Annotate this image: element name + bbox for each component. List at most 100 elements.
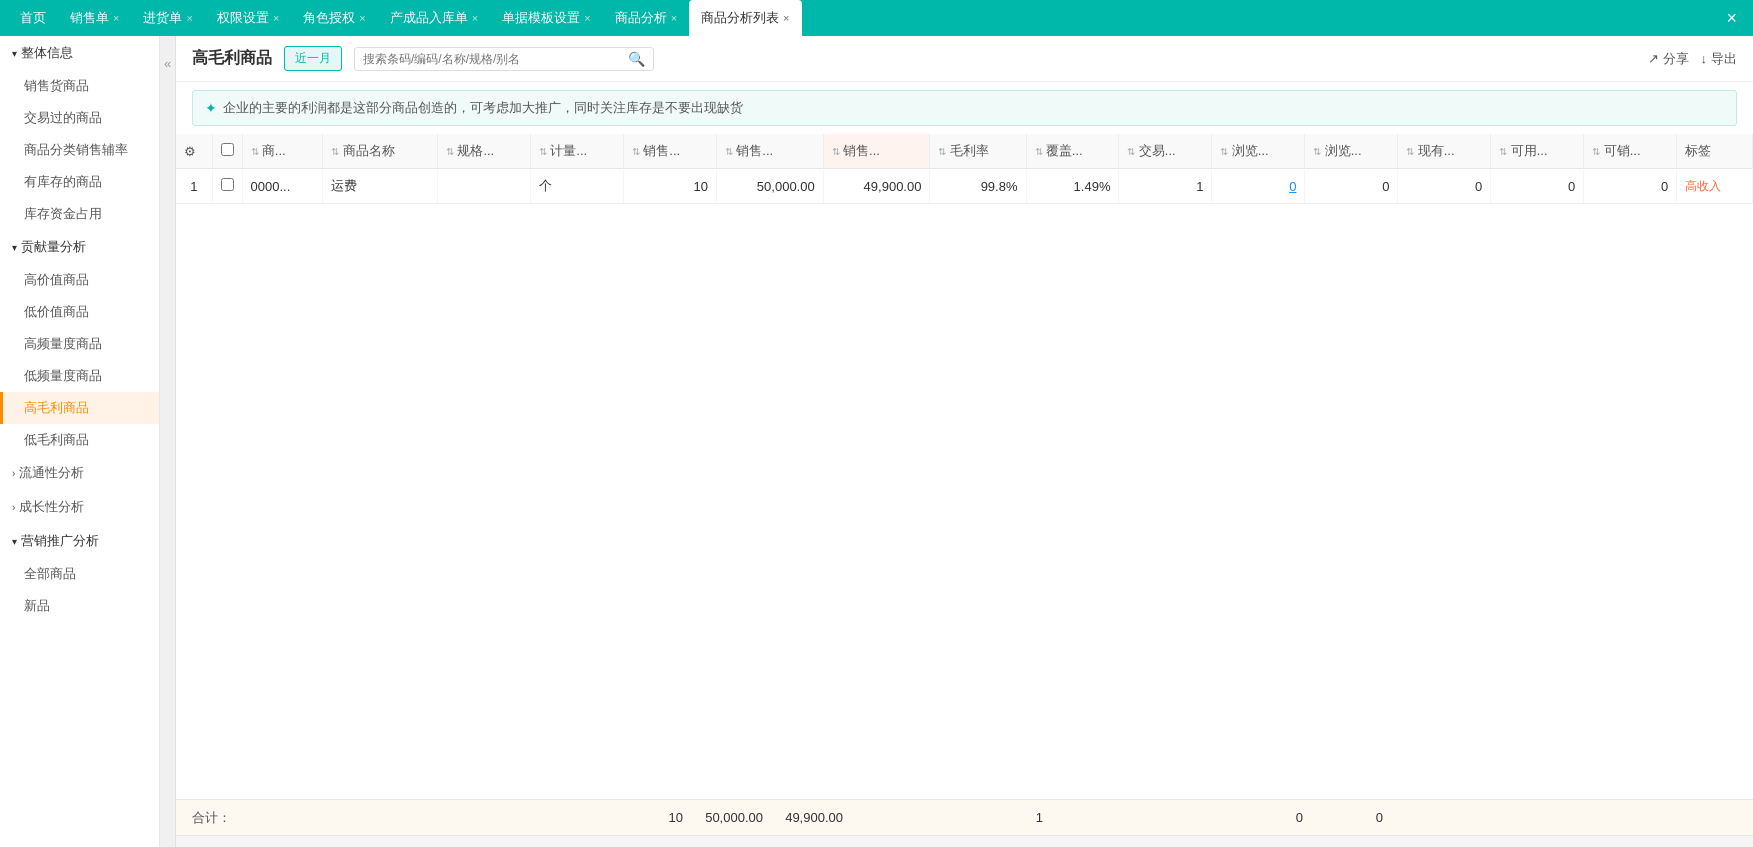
footer-browse1 xyxy=(1051,810,1111,825)
table-container[interactable]: ⚙ ⇅ 商... ⇅ 商品名称 xyxy=(176,134,1753,799)
nav-product-analysis[interactable]: 商品分析 × xyxy=(603,0,689,36)
sidebar-group-overall-info[interactable]: ▾ 整体信息 xyxy=(0,36,159,70)
col-sales-amount[interactable]: ⇅ 销售... xyxy=(716,134,823,169)
cell-spec xyxy=(438,169,531,204)
sidebar-item-new-products[interactable]: 新品 xyxy=(0,590,159,622)
sidebar-item-all-products[interactable]: 全部商品 xyxy=(0,558,159,590)
nav-product-analysis-list[interactable]: 商品分析列表 × xyxy=(689,0,801,36)
nav-home[interactable]: 首页 xyxy=(8,0,58,36)
col-saleable-stock[interactable]: ⇅ 可销... xyxy=(1584,134,1677,169)
nav-template-setting[interactable]: 单据模板设置 × xyxy=(490,0,602,36)
col-spec[interactable]: ⇅ 规格... xyxy=(438,134,531,169)
col-current-stock[interactable]: ⇅ 现有... xyxy=(1398,134,1491,169)
nav-close-product-analysis[interactable]: × xyxy=(671,12,677,24)
nav-close-product-analysis-list[interactable]: × xyxy=(783,12,789,24)
col-name[interactable]: ⇅ 商品名称 xyxy=(323,134,438,169)
header-actions: ↗ 分享 ↓ 导出 xyxy=(1648,50,1738,68)
nav-close-purchase[interactable]: × xyxy=(186,12,192,24)
sidebar-item-high-value[interactable]: 高价值商品 xyxy=(0,264,159,296)
cell-saleable-stock: 0 xyxy=(1584,169,1677,204)
col-browse1[interactable]: ⇅ 浏览... xyxy=(1212,134,1305,169)
sidebar: ▾ 整体信息 销售货商品 交易过的商品 商品分类销售辅率 有库存的商品 库存资金… xyxy=(0,36,160,847)
cell-coverage: 1.49% xyxy=(1026,169,1119,204)
footer-browse2 xyxy=(1111,810,1171,825)
sort-icon-2: ⇅ xyxy=(331,146,339,157)
sidebar-item-low-value[interactable]: 低价值商品 xyxy=(0,296,159,328)
nav-role-permission[interactable]: 角色授权 × xyxy=(291,0,377,36)
nav-close-permission-setting[interactable]: × xyxy=(273,12,279,24)
arrow-down-icon-3: ▾ xyxy=(12,536,17,547)
col-code[interactable]: ⇅ 商... xyxy=(242,134,323,169)
col-checkbox[interactable] xyxy=(212,134,242,169)
col-coverage[interactable]: ⇅ 覆盖... xyxy=(1026,134,1119,169)
nav-close-product-import[interactable]: × xyxy=(472,12,478,24)
sidebar-item-product-analysis-rate[interactable]: 商品分类销售辅率 xyxy=(0,134,159,166)
cell-code: 0000... xyxy=(242,169,323,204)
sidebar-toggle-button[interactable]: « xyxy=(160,36,176,847)
sidebar-item-inventory-capital[interactable]: 库存资金占用 xyxy=(0,198,159,230)
horizontal-scrollbar[interactable] xyxy=(176,835,1753,847)
sidebar-group-wealth-analysis[interactable]: ▾ 贡献量分析 xyxy=(0,230,159,264)
sidebar-group-flow-analysis[interactable]: › 流通性分析 xyxy=(0,456,159,490)
top-nav-right: × xyxy=(1718,8,1745,29)
export-icon: ↓ xyxy=(1701,51,1708,66)
footer-total: 合计： 10 50,000.00 49,900.00 1 0 0 xyxy=(176,799,1753,835)
row-checkbox[interactable] xyxy=(221,178,234,191)
table-row: 1 0000... 运费 个 10 50,000.00 49,900.00 99… xyxy=(176,169,1753,204)
nav-close-template-setting[interactable]: × xyxy=(584,12,590,24)
search-input[interactable] xyxy=(363,52,628,66)
col-margin-rate[interactable]: ⇅ 毛利率 xyxy=(930,134,1026,169)
sidebar-item-stocked-products[interactable]: 有库存的商品 xyxy=(0,166,159,198)
col-available-stock[interactable]: ⇅ 可用... xyxy=(1491,134,1584,169)
nav-permission-setting[interactable]: 权限设置 × xyxy=(205,0,291,36)
cell-browse1[interactable]: 0 xyxy=(1212,169,1305,204)
cell-sales-cost: 49,900.00 xyxy=(823,169,930,204)
footer-sales-cost: 49,900.00 xyxy=(771,810,851,825)
arrow-down-icon: ▾ xyxy=(12,48,17,59)
sidebar-item-low-freq[interactable]: 低频量度商品 xyxy=(0,360,159,392)
col-browse2[interactable]: ⇅ 浏览... xyxy=(1305,134,1398,169)
cell-name: 运费 xyxy=(323,169,438,204)
search-icon[interactable]: 🔍 xyxy=(628,51,645,67)
nav-close-role-permission[interactable]: × xyxy=(359,12,365,24)
cell-checkbox[interactable] xyxy=(212,169,242,204)
sort-icon-10: ⇅ xyxy=(1127,146,1135,157)
col-sales-qty[interactable]: ⇅ 销售... xyxy=(623,134,716,169)
nav-close-sales[interactable]: × xyxy=(113,12,119,24)
sidebar-group-growth-analysis[interactable]: › 成长性分析 xyxy=(0,490,159,524)
footer-available-stock: 0 xyxy=(1231,810,1311,825)
nav-sales[interactable]: 销售单 × xyxy=(58,0,131,36)
nav-purchase[interactable]: 进货单 × xyxy=(131,0,204,36)
col-settings[interactable]: ⚙ xyxy=(176,134,212,169)
sidebar-item-high-freq[interactable]: 高频量度商品 xyxy=(0,328,159,360)
col-unit[interactable]: ⇅ 计量... xyxy=(531,134,624,169)
close-all-button[interactable]: × xyxy=(1718,8,1745,29)
footer-label: 合计： xyxy=(192,809,231,827)
sidebar-item-traded-products[interactable]: 交易过的商品 xyxy=(0,102,159,134)
top-nav: 首页 销售单 × 进货单 × 权限设置 × 角色授权 × 产成品入库单 × 单据… xyxy=(0,0,1753,36)
data-table: ⚙ ⇅ 商... ⇅ 商品名称 xyxy=(176,134,1753,204)
select-all-checkbox[interactable] xyxy=(221,143,234,156)
filter-button[interactable]: 近一月 xyxy=(284,46,342,71)
footer-transaction: 1 xyxy=(971,810,1051,825)
footer-values: 10 50,000.00 49,900.00 1 0 0 xyxy=(271,810,1737,825)
col-sales-cost[interactable]: ⇅ 销售... xyxy=(823,134,930,169)
sort-icon-12: ⇅ xyxy=(1313,146,1321,157)
arrow-down-icon-2: ▾ xyxy=(12,242,17,253)
settings-icon: ⚙ xyxy=(184,144,196,159)
col-transaction[interactable]: ⇅ 交易... xyxy=(1119,134,1212,169)
collapse-icon: « xyxy=(164,56,171,71)
cell-index: 1 xyxy=(176,169,212,204)
sidebar-item-sales-products[interactable]: 销售货商品 xyxy=(0,70,159,102)
search-box: 🔍 xyxy=(354,47,654,71)
content-header: 高毛利商品 近一月 🔍 ↗ 分享 ↓ 导出 xyxy=(176,36,1753,82)
sidebar-item-high-margin[interactable]: 高毛利商品 xyxy=(0,392,159,424)
sidebar-group-marketing-analysis[interactable]: ▾ 营销推广分析 xyxy=(0,524,159,558)
share-button[interactable]: ↗ 分享 xyxy=(1648,50,1689,68)
cell-margin-rate: 99.8% xyxy=(930,169,1026,204)
share-icon: ↗ xyxy=(1648,51,1659,66)
sidebar-item-low-margin[interactable]: 低毛利商品 xyxy=(0,424,159,456)
nav-product-import[interactable]: 产成品入库单 × xyxy=(378,0,490,36)
content-area: 高毛利商品 近一月 🔍 ↗ 分享 ↓ 导出 ✦ 企业的主要的利润都是这部分商品创… xyxy=(176,36,1753,847)
export-button[interactable]: ↓ 导出 xyxy=(1701,50,1738,68)
